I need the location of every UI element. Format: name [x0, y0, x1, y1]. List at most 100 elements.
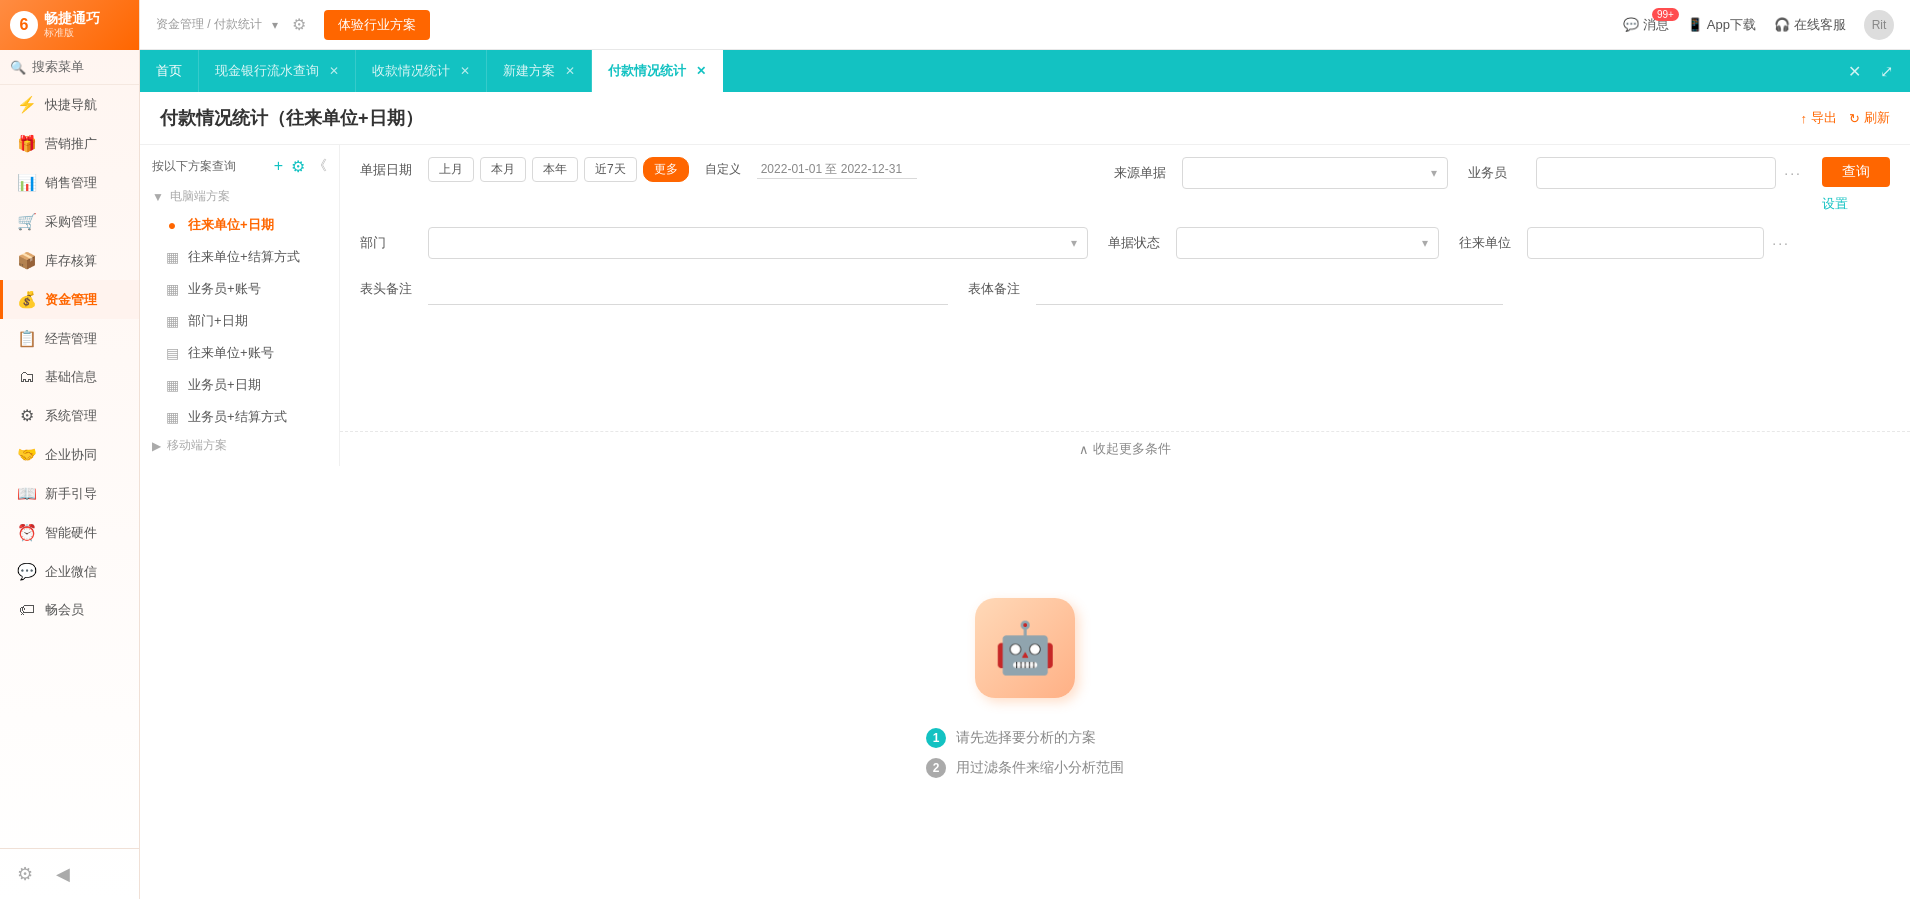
panel-header-label: 按以下方案查询 [152, 158, 236, 175]
app-download-btn[interactable]: 📱 App下载 [1687, 16, 1756, 34]
footer-settings-btn[interactable]: ⚙ [10, 859, 40, 889]
money-icon: 💰 [17, 290, 37, 309]
tab-expand-btn[interactable]: ⤢ [1872, 57, 1900, 85]
footer-collapse-btn[interactable]: ◀ [48, 859, 78, 889]
sidebar-item-hardware[interactable]: ⏰ 智能硬件 [0, 513, 139, 552]
partner-dots[interactable]: ··· [1772, 235, 1790, 251]
hint-item-2: 2 用过滤条件来缩小分析范围 [926, 758, 1124, 778]
app-label: App下载 [1707, 16, 1756, 34]
sidebar-item-purchase[interactable]: 🛒 采购管理 [0, 202, 139, 241]
filter-form-wrapper: 单据日期 上月 本月 本年 近7天 更多 自定义 [340, 145, 1910, 466]
sidebar-item-label: 采购管理 [45, 213, 97, 231]
message-btn[interactable]: 💬 消息 99+ [1623, 16, 1669, 34]
filter-date-item: 单据日期 上月 本月 本年 近7天 更多 自定义 [360, 157, 1094, 182]
panel-collapse-icon[interactable]: 《 [313, 157, 327, 176]
settings-link[interactable]: 设置 [1822, 195, 1848, 213]
panel-settings-icon[interactable]: ⚙ [291, 157, 305, 176]
sidebar-item-label: 库存核算 [45, 252, 97, 270]
sidebar-item-wechat[interactable]: 💬 企业微信 [0, 552, 139, 591]
date-btn-last-month[interactable]: 上月 [428, 157, 474, 182]
chart-icon: 📊 [17, 173, 37, 192]
page-title-actions: ↑ 导出 ↻ 刷新 [1801, 109, 1891, 127]
sidebar-item-finance[interactable]: 💰 资金管理 [0, 280, 139, 319]
salesman-select[interactable] [1536, 157, 1776, 189]
collapse-bar[interactable]: ∧ 收起更多条件 [340, 431, 1910, 466]
panel-item-label: 往来单位+结算方式 [188, 248, 300, 266]
tab-close-icon[interactable]: ✕ [696, 64, 706, 78]
box-icon: 📦 [17, 251, 37, 270]
chevron-up-icon: ∧ [1079, 442, 1089, 457]
panel-item-label: 业务员+日期 [188, 376, 261, 394]
date-btn-custom[interactable]: 自定义 [695, 158, 751, 181]
online-service-btn[interactable]: 🎧 在线客服 [1774, 16, 1846, 34]
sidebar-item-marketing[interactable]: 🎁 营销推广 [0, 124, 139, 163]
tab-close-icon[interactable]: ✕ [565, 64, 575, 78]
sidebar-item-member[interactable]: 🏷 畅会员 [0, 591, 139, 629]
salesman-label: 业务员 [1468, 164, 1528, 182]
panel-section-desktop[interactable]: ▼ 电脑端方案 [140, 184, 339, 209]
empty-hints: 1 请先选择要分析的方案 2 用过滤条件来缩小分析范围 [926, 728, 1124, 778]
note-header-input[interactable] [428, 273, 948, 305]
tab-close-icon[interactable]: ✕ [329, 64, 339, 78]
dropdown-icon[interactable]: ▾ [272, 18, 278, 32]
sidebar-footer: ⚙ ◀ [0, 848, 139, 899]
panel-item-dept-date[interactable]: ▦ 部门+日期 [140, 305, 339, 337]
panel-item-salesman-settlement[interactable]: ▦ 业务员+结算方式 [140, 401, 339, 433]
section-label-mobile: 移动端方案 [167, 437, 227, 454]
date-btn-7days[interactable]: 近7天 [584, 157, 637, 182]
avatar[interactable]: Rit [1864, 10, 1894, 40]
panel-item-partner-settlement[interactable]: ▦ 往来单位+结算方式 [140, 241, 339, 273]
filter-actions: 查询 设置 [1822, 157, 1890, 213]
sidebar-item-operation[interactable]: 📋 经营管理 [0, 319, 139, 358]
refresh-btn[interactable]: ↻ 刷新 [1849, 109, 1890, 127]
chevron-down-icon: ▾ [1071, 236, 1077, 250]
panel-item-salesman-account[interactable]: ▦ 业务员+账号 [140, 273, 339, 305]
header-settings-icon[interactable]: ⚙ [292, 15, 306, 34]
tab-close-all-btn[interactable]: ✕ [1840, 57, 1868, 85]
sidebar-item-quick-nav[interactable]: ⚡ 快捷导航 [0, 85, 139, 124]
date-range-input[interactable] [757, 160, 917, 179]
query-btn[interactable]: 查询 [1822, 157, 1890, 187]
salesman-dots[interactable]: ··· [1784, 165, 1802, 181]
grid-icon: ▦ [164, 281, 180, 297]
tab-bank-flow[interactable]: 现金银行流水查询 ✕ [199, 50, 356, 92]
settings-nav-icon: ⚙ [17, 406, 37, 425]
source-select[interactable]: ▾ [1182, 157, 1448, 189]
date-btn-more[interactable]: 更多 [643, 157, 689, 182]
logo-title: 畅捷通巧 [44, 10, 100, 27]
panel-section-mobile[interactable]: ▶ 移动端方案 [140, 433, 339, 458]
panel-item-partner-account[interactable]: ▤ 往来单位+账号 [140, 337, 339, 369]
panel-item-label: 业务员+账号 [188, 280, 261, 298]
sidebar-item-basic[interactable]: 🗂 基础信息 [0, 358, 139, 396]
panel-add-icon[interactable]: + [274, 157, 283, 176]
trial-btn[interactable]: 体验行业方案 [324, 10, 430, 40]
panel-item-partner-date[interactable]: ● 往来单位+日期 [140, 209, 339, 241]
sidebar-item-label: 企业协同 [45, 446, 97, 464]
filter-row-2: 部门 ▾ 单据状态 ▾ [360, 227, 1890, 259]
tab-new-plan[interactable]: 新建方案 ✕ [487, 50, 592, 92]
empty-icon: 🤖 [965, 588, 1085, 708]
tab-receipt-stats[interactable]: 收款情况统计 ✕ [356, 50, 487, 92]
tab-close-icon[interactable]: ✕ [460, 64, 470, 78]
dept-select[interactable]: ▾ [428, 227, 1088, 259]
sidebar-item-cooperation[interactable]: 🤝 企业协同 [0, 435, 139, 474]
partner-select[interactable] [1527, 227, 1764, 259]
filter-partner-item: 往来单位 ··· [1459, 227, 1790, 259]
panel-item-salesman-date[interactable]: ▦ 业务员+日期 [140, 369, 339, 401]
grid-icon: ▦ [164, 313, 180, 329]
note-body-input[interactable] [1036, 273, 1503, 305]
sidebar-item-inventory[interactable]: 📦 库存核算 [0, 241, 139, 280]
date-btn-this-year[interactable]: 本年 [532, 157, 578, 182]
sidebar-item-sales[interactable]: 📊 销售管理 [0, 163, 139, 202]
tab-payment-stats[interactable]: 付款情况统计 ✕ [592, 50, 723, 92]
tab-home[interactable]: 首页 [140, 50, 199, 92]
status-select[interactable]: ▾ [1176, 227, 1439, 259]
export-btn[interactable]: ↑ 导出 [1801, 109, 1838, 127]
sidebar-item-system[interactable]: ⚙ 系统管理 [0, 396, 139, 435]
clock-icon: ⏰ [17, 523, 37, 542]
search-menu[interactable]: 🔍 搜索菜单 [0, 50, 139, 85]
clipboard-icon: 📋 [17, 329, 37, 348]
tab-label: 收款情况统计 [372, 62, 450, 80]
date-btn-this-month[interactable]: 本月 [480, 157, 526, 182]
sidebar-item-guide[interactable]: 📖 新手引导 [0, 474, 139, 513]
